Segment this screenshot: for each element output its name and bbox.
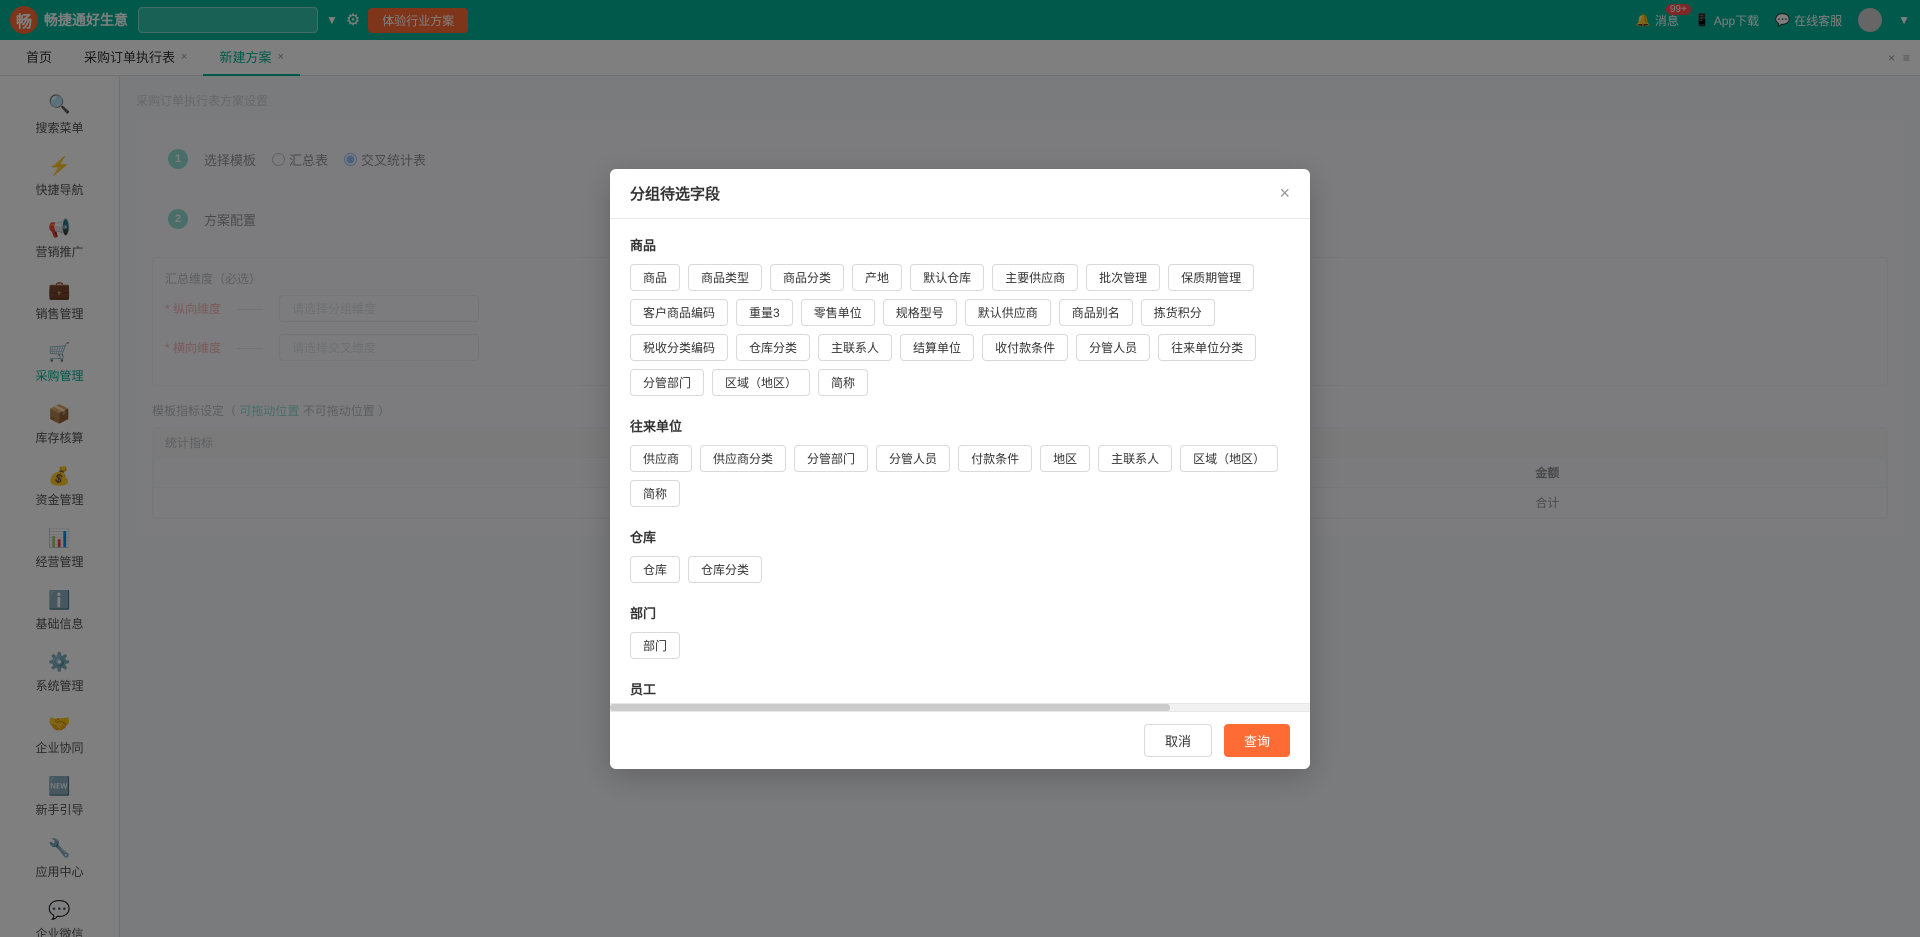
field-group-partner: 往来单位 供应商 供应商分类 分管部门 分管人员 付款条件 地区 主联系人 区域…: [630, 416, 1290, 507]
modal-close-btn[interactable]: ×: [1279, 183, 1290, 204]
field-tag-warehouse[interactable]: 仓库: [630, 556, 680, 583]
field-tag-warehouse-cat[interactable]: 仓库分类: [688, 556, 762, 583]
field-group-partner-title: 往来单位: [630, 416, 1290, 435]
field-tag-supplier[interactable]: 供应商: [630, 445, 692, 472]
modal-body: 商品 商品 商品类型 商品分类 产地 默认仓库 主要供应商 批次管理 保质期管理…: [610, 219, 1310, 704]
modal-overlay: 分组待选字段 × 商品 商品 商品类型 商品分类 产地 默认仓库 主要供应商 批…: [0, 0, 1920, 937]
field-tag-warehouse-category[interactable]: 仓库分类: [736, 334, 810, 361]
field-tag-product[interactable]: 商品: [630, 264, 680, 291]
field-tags-department: 部门: [630, 632, 1290, 659]
modal-dialog: 分组待选字段 × 商品 商品 商品类型 商品分类 产地 默认仓库 主要供应商 批…: [610, 169, 1310, 769]
field-tag-partner-main-contact[interactable]: 主联系人: [1098, 445, 1172, 472]
field-tag-supplier-category[interactable]: 供应商分类: [700, 445, 786, 472]
field-group-product-title: 商品: [630, 235, 1290, 254]
field-tag-main-contact[interactable]: 主联系人: [818, 334, 892, 361]
field-tag-partner-dept[interactable]: 分管部门: [794, 445, 868, 472]
field-tags-warehouse: 仓库 仓库分类: [630, 556, 1290, 583]
field-tag-customer-code[interactable]: 客户商品编码: [630, 299, 728, 326]
field-tag-default-warehouse[interactable]: 默认仓库: [910, 264, 984, 291]
field-tags-partner: 供应商 供应商分类 分管部门 分管人员 付款条件 地区 主联系人 区域（地区） …: [630, 445, 1290, 507]
field-tag-payment-terms[interactable]: 收付款条件: [982, 334, 1068, 361]
field-tag-default-supplier[interactable]: 默认供应商: [965, 299, 1051, 326]
field-group-employee-title: 员工: [630, 679, 1290, 698]
field-group-employee: 员工 业务员: [630, 679, 1290, 704]
confirm-btn[interactable]: 查询: [1224, 724, 1290, 757]
field-tags-product: 商品 商品类型 商品分类 产地 默认仓库 主要供应商 批次管理 保质期管理 客户…: [630, 264, 1290, 396]
field-tag-department[interactable]: 部门: [630, 632, 680, 659]
field-tag-partner-category[interactable]: 往来单位分类: [1158, 334, 1256, 361]
field-tag-settlement-unit[interactable]: 结算单位: [900, 334, 974, 361]
field-tag-origin[interactable]: 产地: [852, 264, 902, 291]
field-tag-batch-mgmt[interactable]: 批次管理: [1086, 264, 1160, 291]
field-tag-short-name[interactable]: 简称: [818, 369, 868, 396]
field-tag-retail-unit[interactable]: 零售单位: [801, 299, 875, 326]
field-tag-quality-mgmt[interactable]: 保质期管理: [1168, 264, 1254, 291]
field-tag-dept[interactable]: 分管部门: [630, 369, 704, 396]
field-tag-product-type[interactable]: 商品类型: [688, 264, 762, 291]
field-tag-partner-short-name[interactable]: 简称: [630, 480, 680, 507]
field-tag-partner-supervisor[interactable]: 分管人员: [876, 445, 950, 472]
field-group-warehouse-title: 仓库: [630, 527, 1290, 546]
field-tag-pick-points[interactable]: 拣货积分: [1141, 299, 1215, 326]
field-tag-main-supplier[interactable]: 主要供应商: [992, 264, 1078, 291]
field-group-warehouse: 仓库 仓库 仓库分类: [630, 527, 1290, 583]
field-tag-product-category[interactable]: 商品分类: [770, 264, 844, 291]
field-tag-payment-condition[interactable]: 付款条件: [958, 445, 1032, 472]
field-tag-spec-model[interactable]: 规格型号: [883, 299, 957, 326]
modal-title: 分组待选字段: [630, 183, 720, 204]
field-tag-tax-code[interactable]: 税收分类编码: [630, 334, 728, 361]
field-group-department: 部门 部门: [630, 603, 1290, 659]
field-tag-product-alias[interactable]: 商品别名: [1059, 299, 1133, 326]
modal-footer: 取消 查询: [610, 711, 1310, 769]
field-tag-supervisor[interactable]: 分管人员: [1076, 334, 1150, 361]
field-group-department-title: 部门: [630, 603, 1290, 622]
field-group-product: 商品 商品 商品类型 商品分类 产地 默认仓库 主要供应商 批次管理 保质期管理…: [630, 235, 1290, 396]
cancel-btn[interactable]: 取消: [1144, 724, 1212, 757]
modal-scroll-thumb: [610, 704, 1170, 710]
field-tag-weight3[interactable]: 重量3: [736, 299, 793, 326]
field-tag-area[interactable]: 地区: [1040, 445, 1090, 472]
field-tag-partner-region[interactable]: 区域（地区）: [1180, 445, 1278, 472]
field-tag-region[interactable]: 区域（地区）: [712, 369, 810, 396]
modal-header: 分组待选字段 ×: [610, 169, 1310, 219]
modal-horizontal-scrollbar[interactable]: [610, 703, 1310, 710]
